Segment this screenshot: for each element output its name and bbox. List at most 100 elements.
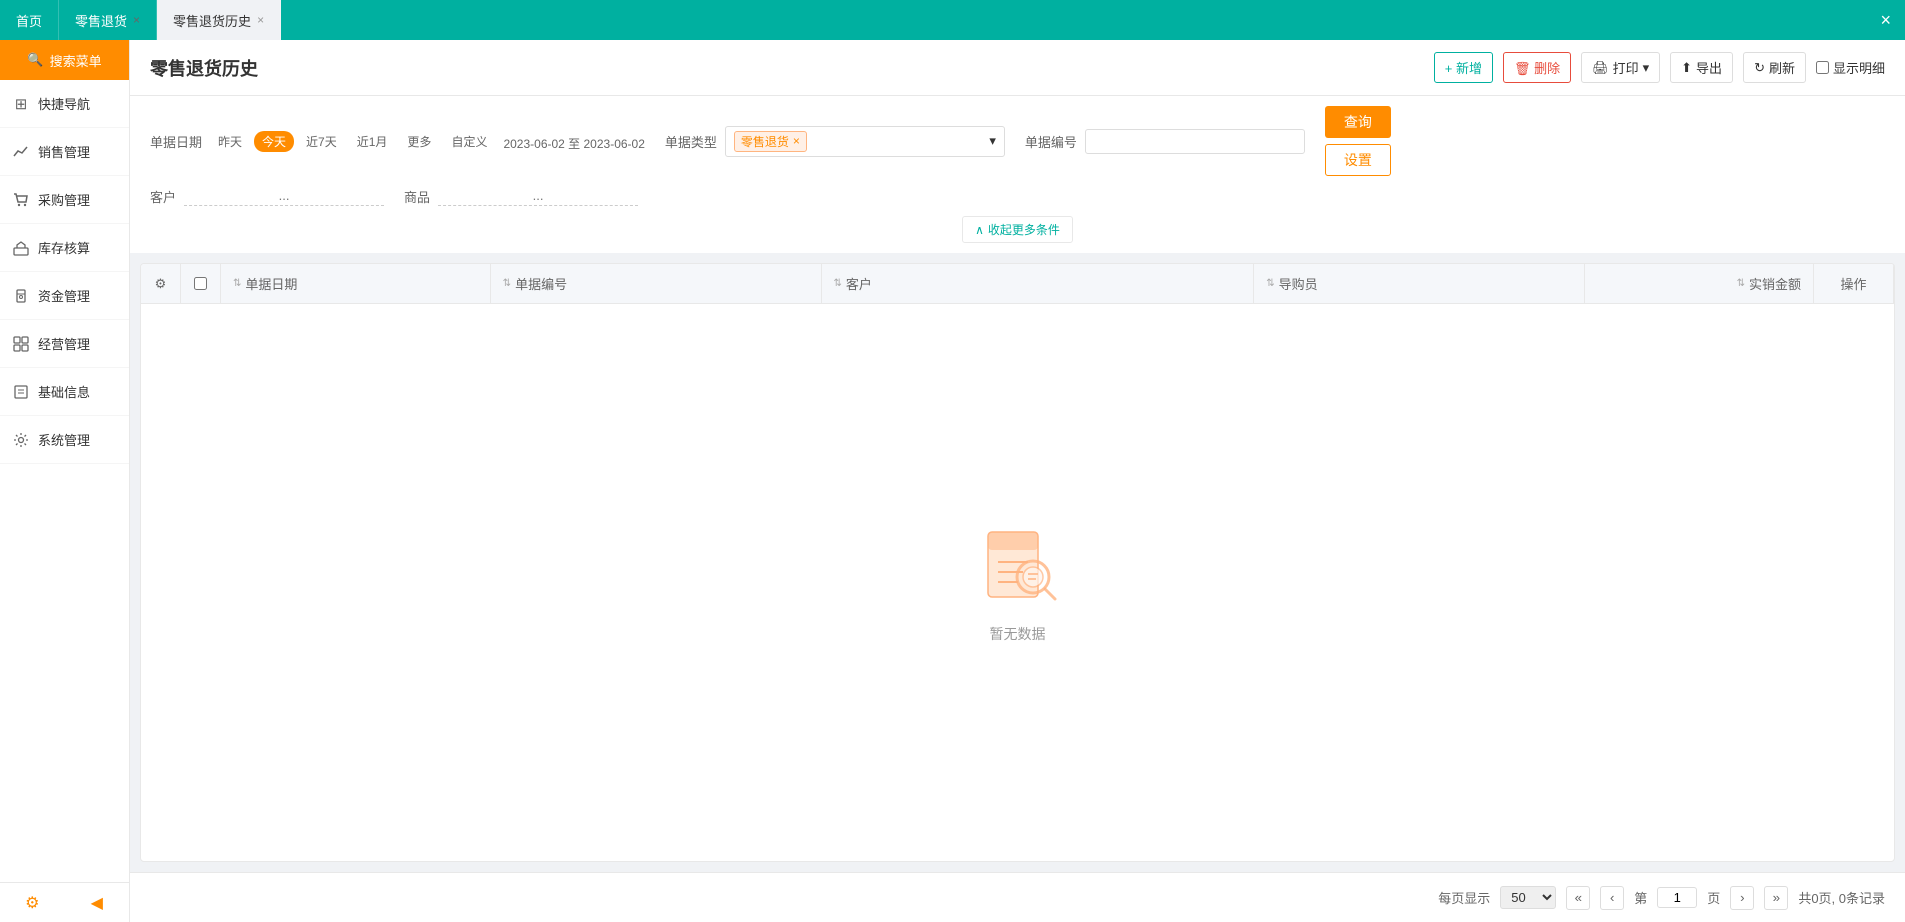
delete-button[interactable]: 🗑 删除 <box>1503 52 1571 83</box>
sidebar-item-basic-info[interactable]: 基础信息 <box>0 368 129 416</box>
refresh-label: 刷新 <box>1769 58 1795 77</box>
sidebar-collapse-btn[interactable]: ◀ <box>65 883 130 922</box>
th-settings[interactable]: ⚙ <box>141 264 181 303</box>
date-btn-custom[interactable]: 自定义 <box>443 131 495 152</box>
prev-page-btn[interactable]: ‹ <box>1600 886 1624 910</box>
sidebar-search-label: 搜索菜单 <box>50 51 102 70</box>
tab-retail-return[interactable]: 零售退货 × <box>59 0 157 40</box>
export-button[interactable]: ⬆ 导出 <box>1670 52 1733 83</box>
th-amount[interactable]: ⇅ 实销金额 <box>1585 264 1814 303</box>
page-size-select[interactable]: 10 20 50 100 <box>1500 886 1556 909</box>
pagination: 每页显示 10 20 50 100 « ‹ 第 页 › » 共0页, 0条记录 <box>130 872 1905 922</box>
sales-icon <box>12 143 30 161</box>
tab-retail-return-history[interactable]: 零售退货历史 × <box>157 0 281 40</box>
bill-type-tag-close-btn[interactable]: × <box>793 134 800 148</box>
close-icon: × <box>1880 10 1891 31</box>
collapse-btn[interactable]: ∧ 收起更多条件 <box>962 216 1073 243</box>
sidebar-item-system[interactable]: 系统管理 <box>0 416 129 464</box>
top-tab-bar: 首页 零售退货 × 零售退货历史 × × <box>0 0 1905 40</box>
th-date[interactable]: ⇅ 单据日期 <box>221 264 491 303</box>
tab-retail-return-close[interactable]: × <box>133 13 140 27</box>
first-page-btn[interactable]: « <box>1566 886 1590 910</box>
sidebar-item-purchase[interactable]: 采购管理 <box>0 176 129 224</box>
date-filter-label: 单据日期 <box>150 132 202 151</box>
sidebar-item-inventory-label: 库存核算 <box>38 238 90 257</box>
table-header: ⚙ ⇅ 单据日期 ⇅ 单据编号 ⇅ 客户 ⇅ <box>141 264 1894 304</box>
customer-label: 客户 <box>150 187 176 206</box>
collapse-up-icon: ∧ <box>975 223 984 237</box>
filter-row-2: 客户 商品 <box>150 186 1885 206</box>
date-btn-7days[interactable]: 近7天 <box>298 131 345 152</box>
search-icon: 🔍 <box>27 52 43 68</box>
sidebar-item-operations[interactable]: 经营管理 <box>0 320 129 368</box>
empty-illustration <box>973 522 1063 612</box>
refresh-button[interactable]: ↻ 刷新 <box>1743 52 1806 83</box>
sidebar-item-quick-nav-label: 快捷导航 <box>38 94 90 113</box>
query-setting-col: 查询 设置 <box>1325 106 1391 176</box>
show-detail-checkbox-label[interactable]: 显示明细 <box>1816 58 1885 77</box>
th-amount-sort-icon: ⇅ <box>1737 278 1745 289</box>
th-operation-label: 操作 <box>1840 274 1866 293</box>
filter-section: 单据日期 昨天 今天 近7天 近1月 更多 自定义 2023-06-02 至 2… <box>130 96 1905 253</box>
sidebar-item-finance-label: 资金管理 <box>38 286 90 305</box>
show-detail-checkbox[interactable] <box>1816 61 1829 74</box>
setting-button[interactable]: 设置 <box>1325 144 1391 176</box>
sidebar-settings-btn[interactable]: ⚙ <box>0 883 65 922</box>
th-amount-label: 实销金额 <box>1749 274 1801 293</box>
date-range-display: 2023-06-02 至 2023-06-02 <box>503 135 644 152</box>
page-title-row: 零售退货历史 + 新增 🗑 删除 🖨 打印 ▾ ⬆ 导出 ↻ <box>150 52 1885 83</box>
sidebar-item-quick-nav[interactable]: ⊞ 快捷导航 <box>0 80 129 128</box>
bill-type-dropdown-icon: ▾ <box>989 133 996 149</box>
bill-type-select[interactable]: 零售退货 × ▾ <box>725 126 1005 157</box>
export-icon: ⬆ <box>1681 60 1692 76</box>
date-btn-more[interactable]: 更多 <box>399 131 439 152</box>
system-icon <box>12 431 30 449</box>
tab-retail-return-history-close[interactable]: × <box>257 13 264 27</box>
new-button[interactable]: + 新增 <box>1434 52 1493 83</box>
page-number-input[interactable] <box>1657 887 1697 908</box>
settings-icon: ⚙ <box>25 893 39 913</box>
bill-number-input[interactable] <box>1085 129 1305 154</box>
main-layout: 🔍 搜索菜单 ⊞ 快捷导航 销售管理 采购管理 库存核算 <box>0 40 1905 922</box>
last-page-btn[interactable]: » <box>1764 886 1788 910</box>
toolbar: + 新增 🗑 删除 🖨 打印 ▾ ⬆ 导出 ↻ 刷新 <box>1434 52 1885 83</box>
header-checkbox[interactable] <box>194 277 207 290</box>
th-bill-num-label: 单据编号 <box>515 274 567 293</box>
sidebar-item-operations-label: 经营管理 <box>38 334 90 353</box>
settings-icon-th: ⚙ <box>155 276 167 292</box>
date-filter-btns: 昨天 今天 近7天 近1月 更多 自定义 <box>210 131 495 152</box>
sidebar-search[interactable]: 🔍 搜索菜单 <box>0 40 129 80</box>
query-button[interactable]: 查询 <box>1325 106 1391 138</box>
th-customer[interactable]: ⇅ 客户 <box>822 264 1255 303</box>
goods-label: 商品 <box>404 187 430 206</box>
date-btn-1month[interactable]: 近1月 <box>349 131 396 152</box>
sidebar-item-sales[interactable]: 销售管理 <box>0 128 129 176</box>
th-bill-num[interactable]: ⇅ 单据编号 <box>491 264 822 303</box>
sidebar-bottom: ⚙ ◀ <box>0 882 129 922</box>
print-button[interactable]: 🖨 打印 ▾ <box>1581 52 1660 83</box>
table-body: 暂无数据 <box>141 304 1894 861</box>
th-guide[interactable]: ⇅ 导购员 <box>1254 264 1585 303</box>
sidebar-item-finance[interactable]: 资金管理 <box>0 272 129 320</box>
empty-text: 暂无数据 <box>990 624 1046 644</box>
goods-input[interactable] <box>438 186 638 206</box>
export-label: 导出 <box>1696 58 1722 77</box>
inventory-icon <box>12 239 30 257</box>
bill-type-label: 单据类型 <box>665 132 717 151</box>
tab-home[interactable]: 首页 <box>0 0 59 40</box>
total-info: 共0页, 0条记录 <box>1798 888 1885 907</box>
topbar-close-btn[interactable]: × <box>1866 0 1905 40</box>
next-page-btn[interactable]: › <box>1730 886 1754 910</box>
quick-nav-icon: ⊞ <box>12 95 30 113</box>
goods-filter: 商品 <box>404 186 638 206</box>
date-btn-yesterday[interactable]: 昨天 <box>210 131 250 152</box>
customer-input[interactable] <box>184 186 384 206</box>
tab-retail-return-label: 零售退货 <box>75 11 127 30</box>
table-container: ⚙ ⇅ 单据日期 ⇅ 单据编号 ⇅ 客户 ⇅ <box>140 263 1895 862</box>
content-area: 零售退货历史 + 新增 🗑 删除 🖨 打印 ▾ ⬆ 导出 ↻ <box>130 40 1905 922</box>
sidebar-item-inventory[interactable]: 库存核算 <box>0 224 129 272</box>
page-size-prefix-label: 每页显示 <box>1438 888 1490 907</box>
date-btn-today[interactable]: 今天 <box>254 131 294 152</box>
collapse-label: 收起更多条件 <box>988 221 1060 238</box>
th-checkbox[interactable] <box>181 264 221 303</box>
